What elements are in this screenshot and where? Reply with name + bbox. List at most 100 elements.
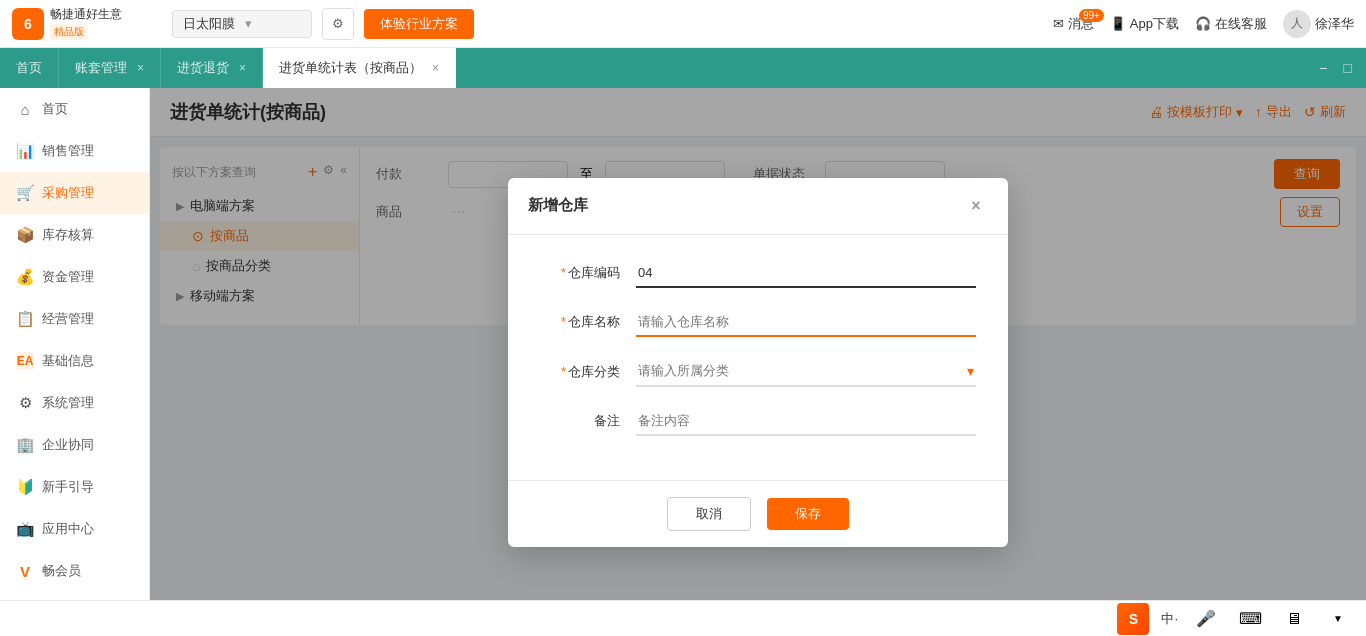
- sales-icon: 📊: [16, 142, 34, 160]
- messages-button[interactable]: ✉ 消息 99+: [1053, 15, 1094, 33]
- sidebar-item-enterprise-label: 企业协同: [42, 436, 94, 454]
- message-badge: 99+: [1079, 9, 1104, 22]
- sidebar-item-enterprise[interactable]: 🏢 企业协同: [0, 424, 149, 466]
- sidebar-item-home[interactable]: ⌂ 首页: [0, 88, 149, 130]
- sidebar-item-guide[interactable]: 🔰 新手引导: [0, 466, 149, 508]
- form-row-code: *仓库编码: [540, 259, 976, 288]
- warehouse-code-input[interactable]: [636, 259, 976, 288]
- category-dropdown-icon[interactable]: ▾: [967, 363, 974, 379]
- modal-close-icon[interactable]: ×: [964, 194, 988, 218]
- tab-home[interactable]: 首页: [0, 48, 59, 88]
- header-right: ✉ 消息 99+ 📱 App下载 🎧 在线客服 人 徐泽华: [1053, 10, 1354, 38]
- sidebar-item-inventory[interactable]: 📦 库存核算: [0, 214, 149, 256]
- tab-purchase-return-label: 进货退货: [177, 59, 229, 77]
- form-label-remark: 备注: [540, 412, 620, 430]
- content-area: 进货单统计(按商品) 🖨 按模板打印 ▾ ↑ 导出 ↺ 刷新: [150, 88, 1366, 636]
- s-logo: S: [1117, 603, 1149, 635]
- sidebar: ⌂ 首页 📊 销售管理 🛒 采购管理 📦 库存核算 💰 资金管理 📋 经营管理 …: [0, 88, 150, 636]
- sidebar-item-member[interactable]: V 畅会员: [0, 550, 149, 592]
- modal-body: *仓库编码 *仓库名称 *仓库分类: [508, 235, 1008, 480]
- app-download-button[interactable]: 📱 App下载: [1110, 15, 1179, 33]
- home-icon: ⌂: [16, 100, 34, 118]
- purchase-icon: 🛒: [16, 184, 34, 202]
- tab-prev-icon[interactable]: −: [1313, 56, 1333, 80]
- sidebar-item-operations[interactable]: 📋 经营管理: [0, 298, 149, 340]
- main-layout: ⌂ 首页 📊 销售管理 🛒 采购管理 📦 库存核算 💰 资金管理 📋 经营管理 …: [0, 88, 1366, 636]
- online-service-button[interactable]: 🎧 在线客服: [1195, 15, 1267, 33]
- settings-icon[interactable]: ⚙: [322, 8, 354, 40]
- remark-input[interactable]: [636, 407, 976, 436]
- sidebar-item-guide-label: 新手引导: [42, 478, 94, 496]
- operations-icon: 📋: [16, 310, 34, 328]
- service-icon: 🎧: [1195, 16, 1211, 31]
- tab-purchase-stats-close-icon[interactable]: ×: [432, 61, 439, 75]
- message-icon: ✉: [1053, 16, 1064, 31]
- required-star-name: *: [561, 314, 566, 329]
- modal-footer: 取消 保存: [508, 480, 1008, 547]
- enterprise-icon: 🏢: [16, 436, 34, 454]
- tab-account-label: 账套管理: [75, 59, 127, 77]
- sidebar-item-app-center-label: 应用中心: [42, 520, 94, 538]
- form-row-name: *仓库名称: [540, 308, 976, 337]
- sidebar-item-basic-info-label: 基础信息: [42, 352, 94, 370]
- warehouse-category-select-wrap: ▾: [636, 357, 976, 387]
- sidebar-item-system-label: 系统管理: [42, 394, 94, 412]
- tab-expand-icon[interactable]: □: [1338, 56, 1358, 80]
- user-name: 徐泽华: [1315, 15, 1354, 33]
- inventory-icon: 📦: [16, 226, 34, 244]
- footer-bar: S 中· 🎤 ⌨ 🖥 ▼: [0, 600, 1366, 636]
- top-header: 6 畅捷通好生意 精品版 日太阳膜 ▾ ⚙ 体验行业方案 ✉ 消息 99+ 📱 …: [0, 0, 1366, 48]
- member-icon: V: [16, 562, 34, 580]
- system-icon: ⚙: [16, 394, 34, 412]
- tab-purchase-return[interactable]: 进货退货 ×: [161, 48, 263, 88]
- sidebar-item-home-label: 首页: [42, 100, 68, 118]
- sidebar-item-system[interactable]: ⚙ 系统管理: [0, 382, 149, 424]
- logo-icon: 6: [12, 8, 44, 40]
- sidebar-item-purchase-label: 采购管理: [42, 184, 94, 202]
- tab-purchase-return-close-icon[interactable]: ×: [239, 61, 246, 75]
- tab-bar: 首页 账套管理 × 进货退货 × 进货单统计表（按商品） × − □: [0, 48, 1366, 88]
- sidebar-item-member-label: 畅会员: [42, 562, 81, 580]
- modal-title: 新增仓库: [528, 196, 588, 215]
- mic-icon[interactable]: 🎤: [1190, 603, 1222, 635]
- warehouse-category-input[interactable]: [638, 363, 967, 378]
- store-selector[interactable]: 日太阳膜 ▾: [172, 10, 312, 38]
- tab-account-close-icon[interactable]: ×: [137, 61, 144, 75]
- ime-label: 中·: [1161, 610, 1178, 628]
- tab-purchase-stats[interactable]: 进货单统计表（按商品） ×: [263, 48, 456, 88]
- sidebar-item-app-center[interactable]: 📺 应用中心: [0, 508, 149, 550]
- tab-controls: − □: [1313, 48, 1366, 88]
- sidebar-item-purchase[interactable]: 🛒 采购管理: [0, 172, 149, 214]
- tab-account-management[interactable]: 账套管理 ×: [59, 48, 161, 88]
- basic-info-icon: EA: [16, 352, 34, 370]
- store-arrow-icon: ▾: [245, 16, 301, 31]
- form-label-category: *仓库分类: [540, 363, 620, 381]
- sidebar-item-finance[interactable]: 💰 资金管理: [0, 256, 149, 298]
- user-profile-button[interactable]: 人 徐泽华: [1283, 10, 1354, 38]
- sidebar-item-sales[interactable]: 📊 销售管理: [0, 130, 149, 172]
- app-center-icon: 📺: [16, 520, 34, 538]
- logo-badge: 精品版: [50, 24, 88, 40]
- store-name: 日太阳膜: [183, 15, 239, 33]
- sidebar-item-inventory-label: 库存核算: [42, 226, 94, 244]
- save-button[interactable]: 保存: [767, 498, 849, 530]
- form-row-remark: 备注: [540, 407, 976, 436]
- modal-header: 新增仓库 ×: [508, 178, 1008, 235]
- sidebar-item-operations-label: 经营管理: [42, 310, 94, 328]
- form-label-name: *仓库名称: [540, 313, 620, 331]
- tab-home-label: 首页: [16, 59, 42, 77]
- cancel-button[interactable]: 取消: [667, 497, 751, 531]
- dropdown-icon[interactable]: ▼: [1322, 603, 1354, 635]
- tab-purchase-stats-label: 进货单统计表（按商品）: [279, 59, 422, 77]
- monitor-icon[interactable]: 🖥: [1278, 603, 1310, 635]
- trial-button[interactable]: 体验行业方案: [364, 9, 474, 39]
- warehouse-name-input[interactable]: [636, 308, 976, 337]
- sidebar-item-finance-label: 资金管理: [42, 268, 94, 286]
- sidebar-item-basic-info[interactable]: EA 基础信息: [0, 340, 149, 382]
- finance-icon: 💰: [16, 268, 34, 286]
- service-label: 在线客服: [1215, 15, 1267, 33]
- keyboard-icon[interactable]: ⌨: [1234, 603, 1266, 635]
- modal-new-warehouse: 新增仓库 × *仓库编码 *仓库名称: [508, 178, 1008, 547]
- avatar: 人: [1283, 10, 1311, 38]
- required-star-category: *: [561, 364, 566, 379]
